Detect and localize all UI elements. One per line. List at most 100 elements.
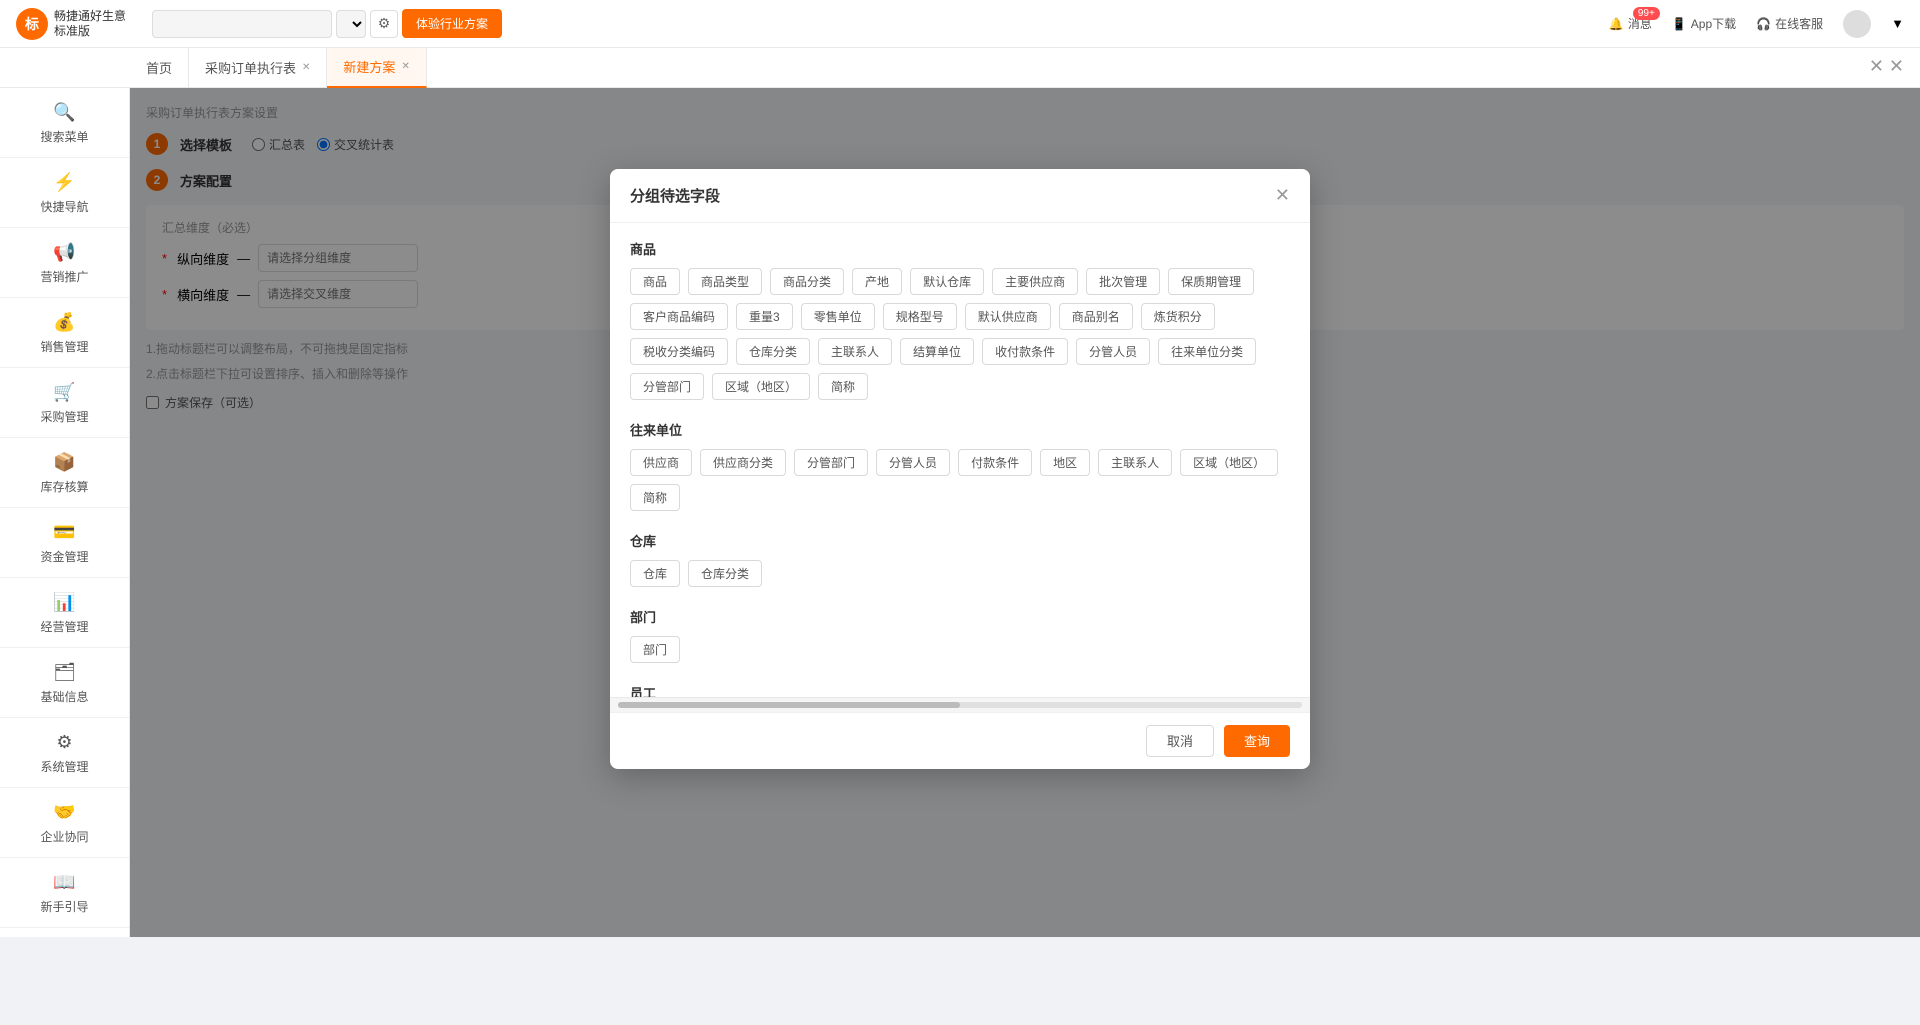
confirm-button[interactable]: 查询 [1224,725,1290,757]
tag-origin[interactable]: 产地 [852,268,902,295]
sidebar-item-guide[interactable]: 📖 新手引导 [0,858,129,928]
search-select[interactable] [336,10,366,38]
cancel-button[interactable]: 取消 [1146,725,1214,757]
tag-retail-unit[interactable]: 零售单位 [801,303,875,330]
sidebar-item-app-center[interactable]: 🖥 应用中心 [0,928,129,937]
tag-goods-alias[interactable]: 商品别名 [1059,303,1133,330]
tag-main-contact[interactable]: 主联系人 [818,338,892,365]
modal-header: 分组待选字段 ✕ [610,169,1310,223]
sidebar-item-finance[interactable]: 💳 资金管理 [0,508,129,578]
tag-settlement-unit[interactable]: 结算单位 [900,338,974,365]
logo-text: 畅捷通好生意 标准版 [54,9,126,38]
tag-goods-type[interactable]: 商品类型 [688,268,762,295]
tag-managed-dept[interactable]: 分管部门 [794,449,868,476]
section-partner-tags: 供应商 供应商分类 分管部门 分管人员 付款条件 地区 主联系人 区域（地区） … [630,449,1290,511]
tag-refine-points[interactable]: 炼货积分 [1141,303,1215,330]
tag-default-warehouse[interactable]: 默认仓库 [910,268,984,295]
headset-icon: 🎧 [1756,17,1771,31]
purchase-icon: 🛒 [53,380,77,404]
sidebar-item-inventory[interactable]: 📦 库存核算 [0,438,129,508]
sidebar-item-system[interactable]: ⚙ 系统管理 [0,718,129,788]
sales-icon: 💰 [53,310,77,334]
gear-icon: ⚙ [378,15,391,32]
tag-partner-category[interactable]: 往来单位分类 [1158,338,1256,365]
logo-icon: 标 [16,8,48,40]
sidebar-item-basic-info[interactable]: 🗂 基础信息 [0,648,129,718]
tag-goods-category[interactable]: 商品分类 [770,268,844,295]
search-input[interactable] [152,10,332,38]
tag-weight3[interactable]: 重量3 [736,303,793,330]
top-bar: 标 畅捷通好生意 标准版 ⚙ 体验行业方案 🔔 消息 99+ 📱 App下载 🎧… [0,0,1920,48]
avatar[interactable] [1843,10,1871,38]
bell-icon: 🔔 [1609,17,1624,31]
section-goods: 商品 商品 商品类型 商品分类 产地 默认仓库 主要供应商 批次管理 保质期管理… [630,239,1290,400]
sidebar-item-marketing[interactable]: 📢 营销推广 [0,228,129,298]
tab-home[interactable]: 首页 [130,48,189,88]
top-right-area: 🔔 消息 99+ 📱 App下载 🎧 在线客服 ▼ [1609,10,1904,38]
tag-default-supplier[interactable]: 默认供应商 [965,303,1051,330]
tag-shelf-life[interactable]: 保质期管理 [1168,268,1254,295]
download-icon: 📱 [1672,17,1687,31]
section-warehouse-tags: 仓库 仓库分类 [630,560,1290,587]
tag-short-name-p[interactable]: 简称 [630,484,680,511]
tag-pay-terms[interactable]: 付款条件 [958,449,1032,476]
tag-main-supplier[interactable]: 主要供应商 [992,268,1078,295]
tag-area[interactable]: 地区 [1040,449,1090,476]
field-selection-modal: 分组待选字段 ✕ 商品 商品 商品类型 商品分类 产地 默认仓库 主要供应商 批… [610,169,1310,769]
hscroll-thumb[interactable] [618,702,960,708]
page-close-button[interactable]: ✕ ✕ [1869,56,1904,77]
download-item[interactable]: 📱 App下载 [1672,15,1736,32]
tag-supplier-category[interactable]: 供应商分类 [700,449,786,476]
tag-managed-person[interactable]: 分管人员 [876,449,950,476]
sidebar-item-purchase[interactable]: 🛒 采购管理 [0,368,129,438]
section-department-tags: 部门 [630,636,1290,663]
sidebar-item-sales[interactable]: 💰 销售管理 [0,298,129,368]
tag-warehouse-category[interactable]: 仓库分类 [736,338,810,365]
quick-nav-icon: ⚡ [53,170,77,194]
system-icon: ⚙ [53,730,77,754]
tag-dept[interactable]: 分管部门 [630,373,704,400]
sidebar-item-operations[interactable]: 📊 经营管理 [0,578,129,648]
section-partner: 往来单位 供应商 供应商分类 分管部门 分管人员 付款条件 地区 主联系人 区域… [630,420,1290,511]
section-warehouse: 仓库 仓库 仓库分类 [630,531,1290,587]
sidebar-item-quick-nav[interactable]: ⚡ 快捷导航 [0,158,129,228]
settings-button[interactable]: ⚙ [370,10,398,38]
modal-body: 商品 商品 商品类型 商品分类 产地 默认仓库 主要供应商 批次管理 保质期管理… [610,223,1310,697]
tag-warehouse-cat[interactable]: 仓库分类 [688,560,762,587]
tag-tax-code[interactable]: 税收分类编码 [630,338,728,365]
tag-batch-management[interactable]: 批次管理 [1086,268,1160,295]
tag-main-contact-p[interactable]: 主联系人 [1098,449,1172,476]
tag-supervisor[interactable]: 分管人员 [1076,338,1150,365]
tag-spec-model[interactable]: 规格型号 [883,303,957,330]
sidebar: 🔍 搜索菜单 ⚡ 快捷导航 📢 营销推广 💰 销售管理 🛒 采购管理 📦 库存核… [0,88,130,937]
tag-customer-code[interactable]: 客户商品编码 [630,303,728,330]
horizontal-scrollbar[interactable] [610,697,1310,712]
tab-purchase-order[interactable]: 采购订单执行表 ✕ [189,48,327,88]
notification-item[interactable]: 🔔 消息 99+ [1609,15,1652,32]
sidebar-item-search[interactable]: 🔍 搜索菜单 [0,88,129,158]
tag-region[interactable]: 区域（地区） [712,373,810,400]
logo-area: 标 畅捷通好生意 标准版 [16,8,136,40]
sidebar-item-collaboration[interactable]: 🤝 企业协同 [0,788,129,858]
tab-new-plan[interactable]: 新建方案 ✕ [327,48,426,88]
tag-department[interactable]: 部门 [630,636,680,663]
close-tab-new-plan[interactable]: ✕ [401,61,409,72]
tag-warehouse[interactable]: 仓库 [630,560,680,587]
tabs-bar: 首页 采购订单执行表 ✕ 新建方案 ✕ ✕ ✕ [0,48,1920,88]
tag-short-name[interactable]: 简称 [818,373,868,400]
tag-goods[interactable]: 商品 [630,268,680,295]
collaboration-icon: 🤝 [53,800,77,824]
guide-icon: 📖 [53,870,77,894]
tag-region-p[interactable]: 区域（地区） [1180,449,1278,476]
user-dropdown-icon[interactable]: ▼ [1891,16,1904,31]
close-tab-purchase[interactable]: ✕ [302,62,310,73]
modal-footer: 取消 查询 [610,712,1310,769]
search-icon: 🔍 [53,100,77,124]
trial-button[interactable]: 体验行业方案 [402,9,502,38]
notification-badge: 99+ [1633,7,1660,20]
tag-payment-terms[interactable]: 收付款条件 [982,338,1068,365]
service-item[interactable]: 🎧 在线客服 [1756,15,1823,32]
modal-close-button[interactable]: ✕ [1275,185,1290,206]
tag-supplier[interactable]: 供应商 [630,449,692,476]
section-warehouse-title: 仓库 [630,531,1290,550]
